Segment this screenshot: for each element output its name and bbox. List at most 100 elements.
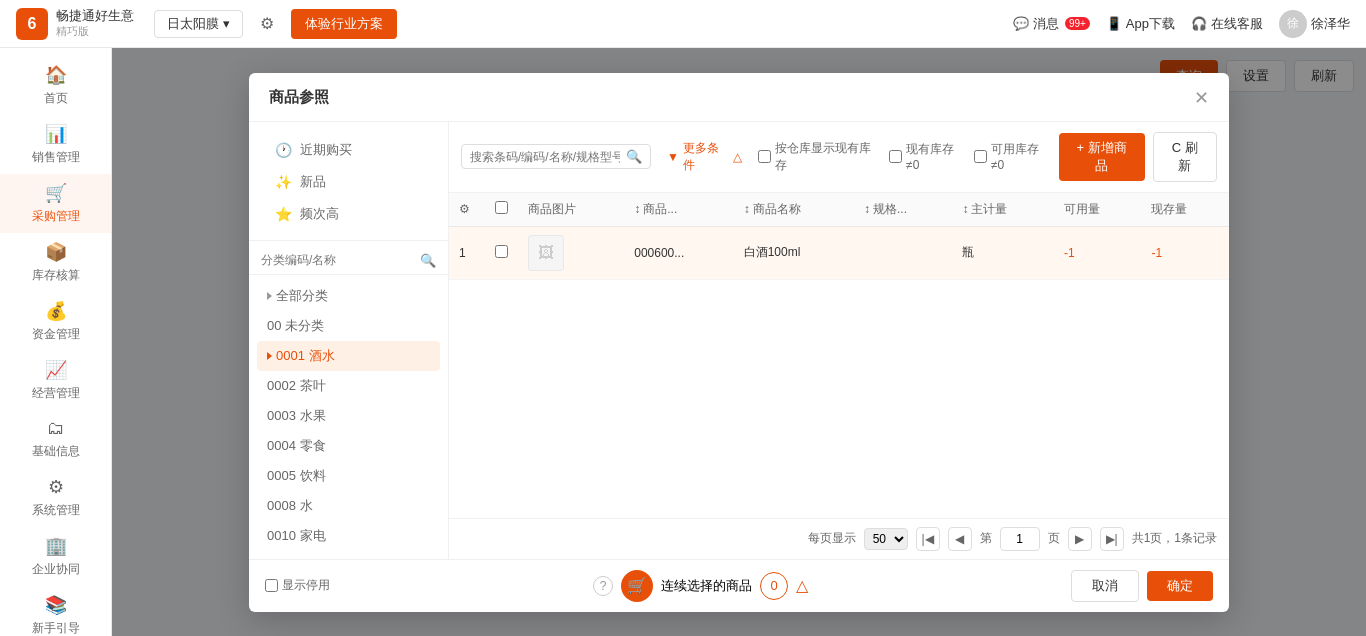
sidebar-label-basic: 基础信息 xyxy=(32,443,80,460)
sidebar-label-guide: 新手引导 xyxy=(32,620,80,636)
col-settings[interactable]: ⚙ xyxy=(449,193,485,227)
available-ne0-checkbox[interactable] xyxy=(974,150,987,163)
col-spec[interactable]: ↕ 规格... xyxy=(854,193,952,227)
sidebar-item-guide[interactable]: 📚新手引导 xyxy=(0,586,111,636)
col-name-label: ↕ xyxy=(744,202,750,216)
code-header-text: 商品... xyxy=(643,201,677,218)
layout: 🏠首页📊销售管理🛒采购管理📦库存核算💰资金管理 📈 经营管理 🗂基础信息⚙系统管理🏢企… xyxy=(0,48,1366,636)
help-icon[interactable]: ? xyxy=(593,576,613,596)
available-ne0-checkbox-label[interactable]: 可用库存≠0 xyxy=(974,141,1051,172)
stock-ne0-checkbox-label[interactable]: 现有库存≠0 xyxy=(889,141,966,172)
last-page-button[interactable]: ▶| xyxy=(1100,527,1124,551)
left-nav-recent[interactable]: 🕐 近期购买 xyxy=(265,134,432,166)
warehouse-stock-checkbox[interactable] xyxy=(758,150,771,163)
col-unit[interactable]: ↕ 主计量 xyxy=(952,193,1054,227)
stock-ne0-checkbox[interactable] xyxy=(889,150,902,163)
category-item-0010[interactable]: 0010 家电 xyxy=(257,521,440,551)
cell-spec xyxy=(854,226,952,279)
page-unit: 页 xyxy=(1048,530,1060,547)
sidebar: 🏠首页📊销售管理🛒采购管理📦库存核算💰资金管理 📈 经营管理 🗂基础信息⚙系统管理🏢企… xyxy=(0,48,112,636)
stock-ne0-text: 现有库存≠0 xyxy=(906,141,966,172)
logo-text: 畅捷通好生意 xyxy=(56,8,134,24)
nav-service[interactable]: 🎧 在线客服 xyxy=(1191,15,1263,33)
sidebar-item-business[interactable]: 📈 经营管理 xyxy=(0,351,111,410)
category-item-all[interactable]: 全部分类 xyxy=(257,281,440,311)
sidebar-item-inventory[interactable]: 📦库存核算 xyxy=(0,233,111,292)
collapse-icon[interactable]: △ xyxy=(796,576,808,595)
cart-button[interactable]: 🛒 xyxy=(621,570,653,602)
col-name[interactable]: ↕ 商品名称 xyxy=(734,193,854,227)
per-page-select[interactable]: 50 xyxy=(864,528,908,550)
system-icon: ⚙ xyxy=(48,476,64,498)
confirm-button[interactable]: 确定 xyxy=(1147,571,1213,601)
left-nav-frequent[interactable]: ⭐ 频次高 xyxy=(265,198,432,230)
category-item-0008[interactable]: 0008 水 xyxy=(257,491,440,521)
modal-header: 商品参照 ✕ xyxy=(249,73,1229,122)
col-checkbox xyxy=(485,193,518,227)
sidebar-item-enterprise[interactable]: 🏢企业协同 xyxy=(0,527,111,586)
category-item-0005[interactable]: 0005 饮料 xyxy=(257,461,440,491)
sidebar-label-business: 经营管理 xyxy=(32,385,80,402)
filter-more-button[interactable]: ▼ 更多条件 △ xyxy=(659,136,750,178)
footer-left: 显示停用 xyxy=(265,577,330,594)
sidebar-item-purchase[interactable]: 🛒采购管理 xyxy=(0,174,111,233)
logo-text-group: 畅捷通好生意 精巧版 xyxy=(56,8,134,39)
product-image: 🖼 xyxy=(528,235,564,271)
cell-unit: 瓶 xyxy=(952,226,1054,279)
sidebar-item-system[interactable]: ⚙系统管理 xyxy=(0,468,111,527)
sidebar-label-sales: 销售管理 xyxy=(32,149,80,166)
category-item-00[interactable]: 00 未分类 xyxy=(257,311,440,341)
gear-icon[interactable]: ⚙ xyxy=(251,8,283,40)
expand-icon xyxy=(267,292,272,300)
category-item-0003[interactable]: 0003 水果 xyxy=(257,401,440,431)
category-item-0002[interactable]: 0002 茶叶 xyxy=(257,371,440,401)
category-item-0004[interactable]: 0004 零食 xyxy=(257,431,440,461)
category-0010-label: 0010 家电 xyxy=(267,527,326,545)
product-search-input[interactable] xyxy=(470,150,620,164)
cell-checkbox[interactable] xyxy=(485,226,518,279)
refresh-button[interactable]: C 刷新 xyxy=(1153,132,1217,182)
code-sort[interactable]: ↕ 商品... xyxy=(634,201,677,218)
nav-message[interactable]: 💬 消息 99+ xyxy=(1013,15,1090,33)
prev-page-button[interactable]: ◀ xyxy=(948,527,972,551)
nav-user[interactable]: 徐 徐泽华 xyxy=(1279,10,1350,38)
show-disabled-checkbox[interactable] xyxy=(265,579,278,592)
store-select[interactable]: 日太阳膜 ▾ xyxy=(154,10,243,38)
sidebar-item-sales[interactable]: 📊销售管理 xyxy=(0,115,111,174)
page-number-input[interactable] xyxy=(1000,527,1040,551)
warehouse-stock-checkbox-label[interactable]: 按仓库显示现有库存 xyxy=(758,140,881,174)
cancel-button[interactable]: 取消 xyxy=(1071,570,1139,602)
business-icon: 📈 xyxy=(45,359,67,381)
show-disabled-label[interactable]: 显示停用 xyxy=(265,577,330,594)
sidebar-item-home[interactable]: 🏠首页 xyxy=(0,56,111,115)
col-code[interactable]: ↕ 商品... xyxy=(624,193,733,227)
nav-app-download[interactable]: 📱 App下载 xyxy=(1106,15,1175,33)
unit-header-text: 主计量 xyxy=(971,201,1007,218)
cta-button[interactable]: 体验行业方案 xyxy=(291,9,397,39)
next-page-button[interactable]: ▶ xyxy=(1068,527,1092,551)
left-nav-new[interactable]: ✨ 新品 xyxy=(265,166,432,198)
table-row[interactable]: 1 🖼 000600... 白酒100ml xyxy=(449,226,1229,279)
add-product-button[interactable]: + 新增商品 xyxy=(1059,133,1145,181)
category-search-input[interactable] xyxy=(261,253,414,267)
sidebar-item-finance[interactable]: 💰资金管理 xyxy=(0,292,111,351)
category-item-0001[interactable]: 0001 酒水 xyxy=(257,341,440,371)
home-icon: 🏠 xyxy=(45,64,67,86)
spec-sort[interactable]: ↕ 规格... xyxy=(864,201,907,218)
table-area: ⚙ 商品图片 ↕ 商品... xyxy=(449,193,1229,559)
search-icon[interactable]: 🔍 xyxy=(626,149,642,164)
category-search-icon[interactable]: 🔍 xyxy=(420,253,436,268)
first-page-button[interactable]: |◀ xyxy=(916,527,940,551)
app-icon: 📱 xyxy=(1106,16,1122,31)
logo-area: 6 畅捷通好生意 精巧版 xyxy=(16,8,134,40)
row-checkbox[interactable] xyxy=(495,245,508,258)
product-search-box[interactable]: 🔍 xyxy=(461,144,651,169)
name-sort[interactable]: ↕ 商品名称 xyxy=(744,201,801,218)
left-quick-nav: 🕐 近期购买 ✨ 新品 ⭐ 频次高 xyxy=(249,130,448,234)
select-all-checkbox[interactable] xyxy=(495,201,508,214)
modal-close-button[interactable]: ✕ xyxy=(1194,87,1209,109)
avatar: 徐 xyxy=(1279,10,1307,38)
unit-sort[interactable]: ↕ 主计量 xyxy=(962,201,1007,218)
sidebar-item-basic[interactable]: 🗂基础信息 xyxy=(0,410,111,468)
product-reference-modal: 商品参照 ✕ 🕐 近期购买 ✨ 新 xyxy=(249,73,1229,612)
